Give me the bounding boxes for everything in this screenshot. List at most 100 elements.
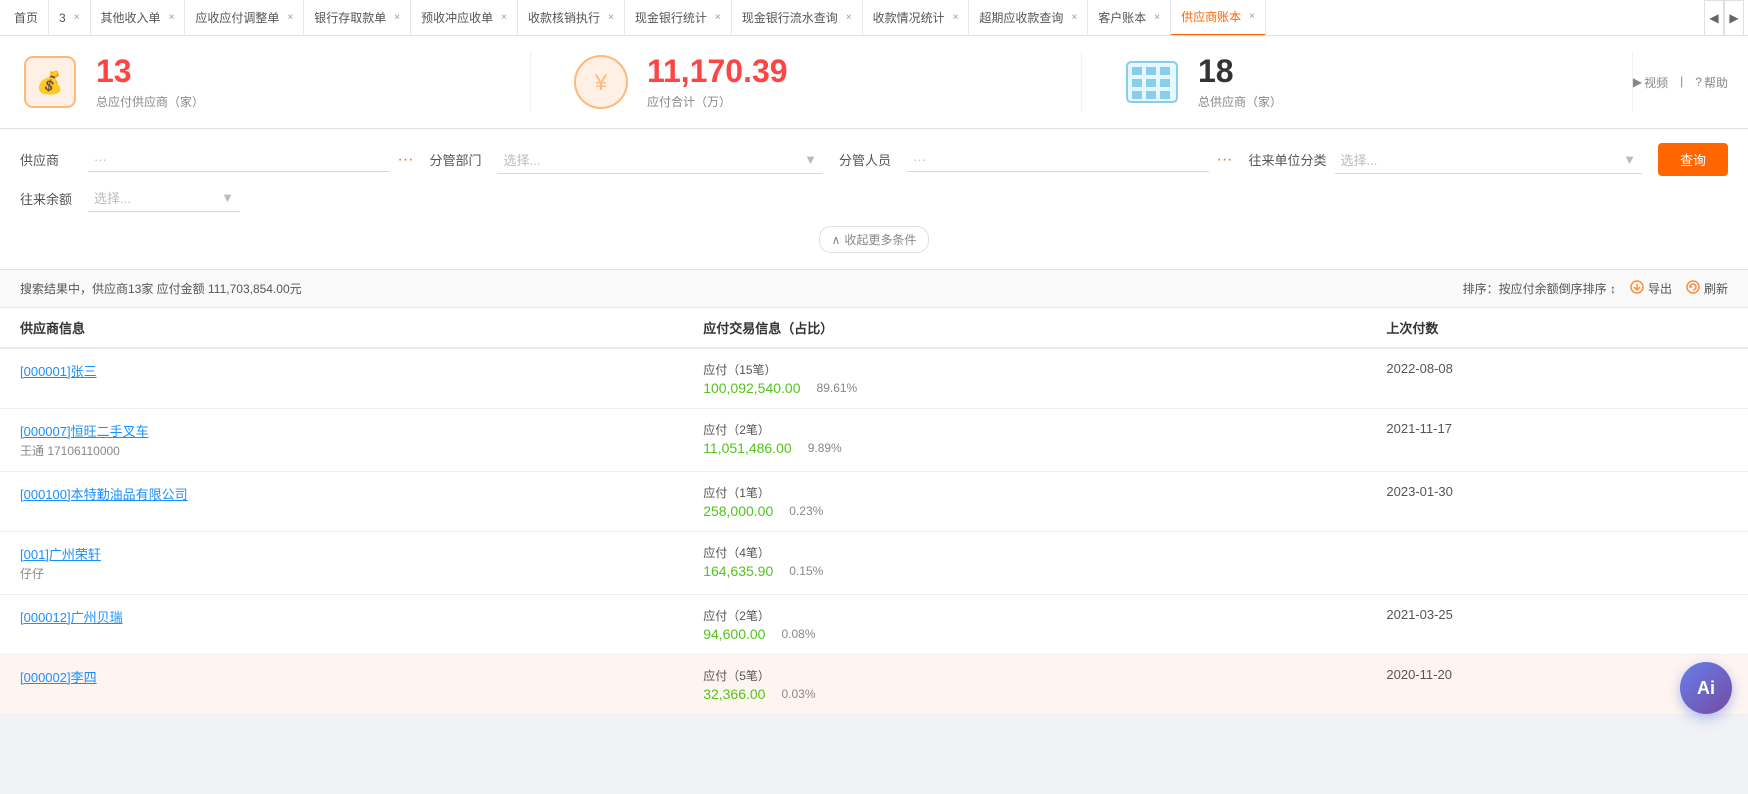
video-link[interactable]: ▶ 视频 [1633, 74, 1668, 91]
close-icon[interactable]: × [953, 12, 959, 23]
trans-amount-row: 94,600.00 0.08% [703, 626, 1386, 642]
nav-tab-supplier-ledger[interactable]: 供应商账本 × [1171, 0, 1266, 36]
collapse-icon: ∧ [832, 233, 841, 247]
supplier-filter-label: 供应商 [20, 150, 80, 169]
trans-percent: 9.89% [808, 441, 842, 455]
close-icon[interactable]: × [608, 12, 614, 23]
ai-assistant-button[interactable]: Ai [1680, 662, 1732, 714]
nav-tab-bank-deposit[interactable]: 银行存取款单 × [304, 0, 411, 36]
nav-tab-prepay[interactable]: 预收冲应收单 × [411, 0, 518, 36]
summary-card-total-suppliers: 18 总供应商（家） [1082, 52, 1633, 112]
transaction-cell: 应付（5笔） 32,366.00 0.03% [703, 667, 1386, 702]
table-row: [001]广州荣轩 仔仔 应付（4笔） 164,635.90 0.15% [0, 532, 1748, 595]
supplier-cell: [000001]张三 [20, 361, 703, 396]
supplier-link[interactable]: [000100]本特勤油品有限公司 [20, 484, 703, 503]
total-suppliers-icon [1122, 52, 1182, 112]
table-header: 供应商信息 应付交易信息（占比） 上次付数 [0, 308, 1748, 349]
trans-amount-link[interactable]: 258,000.00 [703, 503, 773, 519]
trans-amount-link[interactable]: 32,366.00 [703, 686, 765, 702]
search-button[interactable]: 查询 [1658, 143, 1728, 176]
close-icon[interactable]: × [846, 12, 852, 23]
close-icon[interactable]: × [1071, 12, 1077, 23]
result-bar: 搜索结果中，供应商13家 应付金额 111,703,854.00元 排序：按应付… [0, 270, 1748, 308]
supplier-cell: [000007]恒旺二手叉车 王通 17106110000 [20, 421, 703, 459]
collapse-button[interactable]: ∧ 收起更多条件 [819, 226, 930, 253]
close-icon[interactable]: × [74, 12, 80, 23]
transaction-cell: 应付（15笔） 100,092,540.00 89.61% [703, 361, 1386, 396]
filter-balance: 往来余额 选择... ▼ [20, 184, 240, 212]
close-icon[interactable]: × [1249, 11, 1255, 22]
table-col-lastpay: 上次付数 [1386, 318, 1728, 337]
category-filter-select[interactable]: 选择... ▼ [1335, 146, 1642, 174]
trans-percent: 89.61% [817, 381, 858, 395]
last-pay-date: 2021-11-17 [1386, 421, 1728, 459]
supplier-dot-menu[interactable]: ··· [398, 151, 414, 169]
nav-tab-adjustment[interactable]: 应收应付调整单 × [185, 0, 304, 36]
export-action[interactable]: 导出 [1630, 280, 1672, 297]
nav-tab-cash-stat[interactable]: 现金银行统计 × [625, 0, 732, 36]
trans-amount-link[interactable]: 94,600.00 [703, 626, 765, 642]
trans-percent: 0.15% [789, 564, 823, 578]
trans-percent: 0.03% [781, 687, 815, 701]
trans-label: 应付（5笔） [703, 667, 1386, 684]
close-icon[interactable]: × [287, 12, 293, 23]
trans-amount-link[interactable]: 11,051,486.00 [703, 440, 792, 456]
trans-label: 应付（2笔） [703, 607, 1386, 624]
export-icon [1630, 280, 1644, 297]
supplier-link[interactable]: [000012]广州贝瑞 [20, 607, 703, 626]
trans-amount-link[interactable]: 100,092,540.00 [703, 380, 800, 396]
trans-amount-row: 100,092,540.00 89.61% [703, 380, 1386, 396]
transaction-cell: 应付（2笔） 11,051,486.00 9.89% [703, 421, 1386, 459]
nav-arrow-right[interactable]: ▶ [1724, 0, 1744, 36]
nav-arrow-left[interactable]: ◀ [1704, 0, 1724, 36]
trans-amount-row: 11,051,486.00 9.89% [703, 440, 1386, 456]
help-icon: ? [1695, 75, 1702, 89]
sort-label: 排序：按应付余额倒序排序 ↕ [1463, 280, 1616, 297]
balance-filter-label: 往来余额 [20, 189, 80, 208]
table-row: [000007]恒旺二手叉车 王通 17106110000 应付（2笔） 11,… [0, 409, 1748, 472]
supplier-cell: [000012]广州贝瑞 [20, 607, 703, 642]
summary-card-payable-amount: ¥ 11,170.39 应付合计（万） [531, 52, 1082, 112]
close-icon[interactable]: × [169, 12, 175, 23]
close-icon[interactable]: × [715, 12, 721, 23]
dept-filter-select[interactable]: 选择... ▼ [497, 146, 823, 174]
last-pay-date: 2020-11-20 [1386, 667, 1728, 702]
supplier-cell: [000002]李四 [20, 667, 703, 702]
trans-label: 应付（2笔） [703, 421, 1386, 438]
table-body: [000001]张三 应付（15笔） 100,092,540.00 89.61%… [0, 349, 1748, 715]
summary-card-payable-suppliers: 💰 13 总应付供应商（家） [20, 52, 531, 112]
nav-tab-payment-exec[interactable]: 收款核销执行 × [518, 0, 625, 36]
svg-text:¥: ¥ [594, 70, 608, 95]
table-row: [000002]李四 应付（5笔） 32,366.00 0.03% 2020-1… [0, 655, 1748, 715]
table-row: [000001]张三 应付（15笔） 100,092,540.00 89.61%… [0, 349, 1748, 409]
close-icon[interactable]: × [1154, 12, 1160, 23]
supplier-link[interactable]: [001]广州荣轩 [20, 544, 703, 563]
trans-percent: 0.08% [781, 627, 815, 641]
filter-row-second: 往来余额 选择... ▼ [20, 184, 1728, 212]
supplier-link[interactable]: [000007]恒旺二手叉车 [20, 421, 703, 440]
nav-tab-receipt-stat[interactable]: 收款情况统计 × [863, 0, 970, 36]
nav-tab-cash-flow[interactable]: 现金银行流水查询 × [732, 0, 863, 36]
video-icon: ▶ [1633, 75, 1642, 89]
nav-tab-3[interactable]: 3 × [49, 0, 91, 36]
nav-tab-overdue-query[interactable]: 超期应收款查询 × [969, 0, 1088, 36]
supplier-link[interactable]: [000001]张三 [20, 361, 703, 380]
close-icon[interactable]: × [501, 12, 507, 23]
supplier-filter-input[interactable] [88, 148, 390, 172]
close-icon[interactable]: × [394, 12, 400, 23]
last-pay-date: 2023-01-30 [1386, 484, 1728, 519]
trans-amount-link[interactable]: 164,635.90 [703, 563, 773, 579]
balance-filter-select[interactable]: 选择... ▼ [88, 184, 240, 212]
nav-tab-home[interactable]: 首页 [4, 0, 49, 36]
filter-person: 分管人员 ··· [839, 148, 1233, 172]
supplier-link[interactable]: [000002]李四 [20, 667, 703, 686]
person-dot-menu[interactable]: ··· [1217, 151, 1233, 169]
category-filter-label: 往来单位分类 [1248, 150, 1326, 169]
person-filter-input[interactable] [907, 148, 1209, 172]
refresh-action[interactable]: 刷新 [1686, 280, 1728, 297]
help-link[interactable]: ? 帮助 [1695, 74, 1728, 91]
total-suppliers-label: 总供应商（家） [1198, 93, 1282, 110]
summary-area: 💰 13 总应付供应商（家） ¥ 11,170.39 应付合计（万） [0, 36, 1748, 129]
nav-tab-customer-ledger[interactable]: 客户账本 × [1088, 0, 1171, 36]
nav-tab-other-income[interactable]: 其他收入单 × [91, 0, 186, 36]
